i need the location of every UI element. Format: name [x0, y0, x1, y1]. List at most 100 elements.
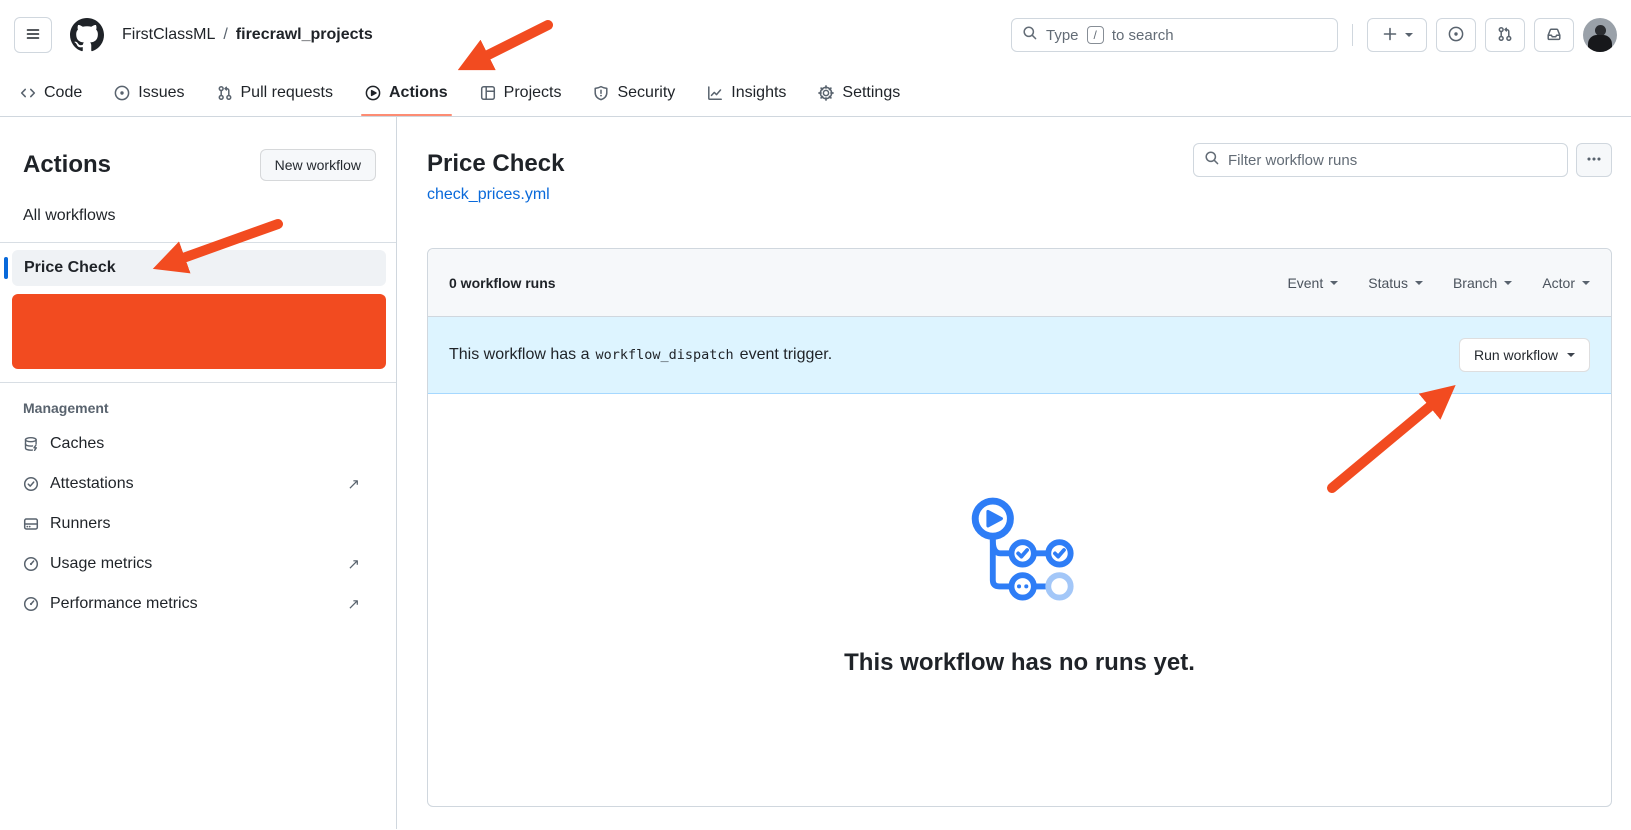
tab-label: Insights — [731, 84, 786, 102]
tab-issues[interactable]: Issues — [104, 71, 194, 115]
external-link-icon: ↗ — [347, 595, 360, 613]
plus-icon — [1382, 26, 1398, 45]
tab-projects[interactable]: Projects — [470, 71, 572, 115]
sidebar-title: Actions — [23, 151, 111, 179]
external-link-icon: ↗ — [347, 555, 360, 573]
global-search-input[interactable]: Type / to search — [1011, 18, 1338, 52]
sidebar-item-usage-metrics[interactable]: Usage metrics ↗ — [0, 544, 396, 584]
content-area: Actions New workflow All workflows Price… — [0, 117, 1631, 829]
sidebar-item-label: Usage metrics — [50, 555, 152, 573]
chevron-down-icon — [1567, 353, 1575, 361]
workflow-graph-illustration — [964, 492, 1076, 609]
avatar-silhouette-torso — [1588, 35, 1612, 52]
sidebar-item-price-check[interactable]: Price Check — [12, 250, 386, 286]
event-filter-dropdown[interactable]: Event — [1287, 275, 1338, 291]
tab-insights[interactable]: Insights — [697, 71, 796, 115]
meter-icon — [23, 596, 39, 612]
chevron-down-icon — [1405, 33, 1413, 41]
sidebar-item-caches[interactable]: Caches — [0, 424, 396, 464]
graph-icon — [707, 85, 723, 101]
workflow-dispatch-banner: This workflow has a workflow_dispatch ev… — [428, 317, 1611, 394]
tab-actions[interactable]: Actions — [355, 71, 458, 115]
issues-header-button[interactable] — [1436, 18, 1476, 52]
actions-sidebar: Actions New workflow All workflows Price… — [0, 117, 397, 829]
tab-security[interactable]: Security — [583, 71, 685, 115]
code-icon — [20, 85, 36, 101]
table-icon — [480, 85, 496, 101]
external-link-icon: ↗ — [347, 475, 360, 493]
redacted-workflow-item[interactable] — [12, 294, 386, 369]
inbox-icon — [1546, 26, 1562, 45]
filter-workflow-runs-input[interactable] — [1228, 152, 1557, 169]
git-pull-request-icon — [1497, 26, 1513, 45]
sidebar-item-label: Caches — [50, 435, 104, 453]
github-logo-icon[interactable] — [70, 18, 104, 52]
sidebar-divider — [0, 382, 396, 383]
tab-label: Issues — [138, 84, 184, 102]
sidebar-item-label: Attestations — [50, 475, 134, 493]
status-filter-dropdown[interactable]: Status — [1368, 275, 1423, 291]
chevron-down-icon — [1415, 281, 1423, 289]
empty-state-title: This workflow has no runs yet. — [844, 649, 1195, 677]
actor-filter-dropdown[interactable]: Actor — [1542, 275, 1590, 291]
breadcrumb-owner-link[interactable]: FirstClassML — [122, 26, 215, 44]
kebab-icon — [1586, 151, 1602, 170]
hamburger-menu-button[interactable] — [14, 17, 52, 53]
git-pull-request-icon — [217, 85, 233, 101]
filter-label: Actor — [1542, 275, 1575, 291]
pull-requests-header-button[interactable] — [1485, 18, 1525, 52]
breadcrumb: FirstClassML / firecrawl_projects — [122, 26, 373, 44]
slash-key-chip: / — [1087, 26, 1104, 44]
tab-label: Projects — [504, 84, 562, 102]
create-new-button[interactable] — [1367, 18, 1427, 52]
tab-label: Pull requests — [241, 84, 334, 102]
tab-code[interactable]: Code — [10, 71, 92, 115]
workflow-file-link[interactable]: check_prices.yml — [427, 186, 550, 204]
page-title: Price Check — [427, 149, 564, 179]
header-divider — [1352, 24, 1353, 46]
workflow-runs-count: 0 workflow runs — [449, 275, 556, 291]
selected-accent-bar — [4, 257, 8, 279]
sidebar-item-attestations[interactable]: Attestations ↗ — [0, 464, 396, 504]
run-workflow-button[interactable]: Run workflow — [1459, 338, 1590, 372]
sidebar-item-all-workflows[interactable]: All workflows — [23, 207, 373, 225]
management-list: Caches Attestations ↗ Runners — [0, 424, 396, 624]
breadcrumb-repo-link[interactable]: firecrawl_projects — [236, 26, 373, 44]
user-avatar[interactable] — [1583, 18, 1617, 52]
banner-text: This workflow has a workflow_dispatch ev… — [449, 346, 832, 364]
filter-label: Status — [1368, 275, 1408, 291]
tab-label: Code — [44, 84, 82, 102]
tab-label: Actions — [389, 84, 448, 102]
tab-label: Security — [617, 84, 675, 102]
new-workflow-button[interactable]: New workflow — [260, 149, 376, 181]
run-workflow-label: Run workflow — [1474, 347, 1558, 363]
tab-settings[interactable]: Settings — [808, 71, 910, 115]
global-header: FirstClassML / firecrawl_projects Type /… — [0, 0, 1631, 70]
workflow-options-button[interactable] — [1576, 143, 1612, 177]
chevron-down-icon — [1582, 281, 1590, 289]
banner-text-prefix: This workflow has a — [449, 346, 590, 364]
repo-tab-bar: Code Issues Pull requests Actions Projec… — [0, 70, 1631, 117]
search-placeholder-prefix: Type — [1046, 27, 1079, 44]
tab-label: Settings — [842, 84, 900, 102]
shield-icon — [593, 85, 609, 101]
tab-pull-requests[interactable]: Pull requests — [207, 71, 344, 115]
issue-opened-icon — [114, 85, 130, 101]
meter-icon — [23, 556, 39, 572]
branch-filter-dropdown[interactable]: Branch — [1453, 275, 1512, 291]
filter-workflow-runs-box — [1193, 143, 1568, 177]
issue-opened-icon — [1448, 26, 1464, 45]
search-icon — [1204, 150, 1220, 171]
runs-panel-header: 0 workflow runs Event Status Branch — [428, 249, 1611, 317]
inbox-header-button[interactable] — [1534, 18, 1574, 52]
empty-state: This workflow has no runs yet. — [428, 394, 1611, 806]
sidebar-item-runners[interactable]: Runners — [0, 504, 396, 544]
workflow-name-label: Price Check — [24, 259, 116, 277]
workflow-runs-main: Price Check check_prices.yml — [397, 117, 1631, 829]
workflow-dispatch-code: workflow_dispatch — [596, 347, 734, 363]
filter-label: Event — [1287, 275, 1323, 291]
search-placeholder-suffix: to search — [1112, 27, 1174, 44]
sidebar-item-performance-metrics[interactable]: Performance metrics ↗ — [0, 584, 396, 624]
banner-text-suffix: event trigger. — [740, 346, 833, 364]
database-icon — [23, 436, 39, 452]
